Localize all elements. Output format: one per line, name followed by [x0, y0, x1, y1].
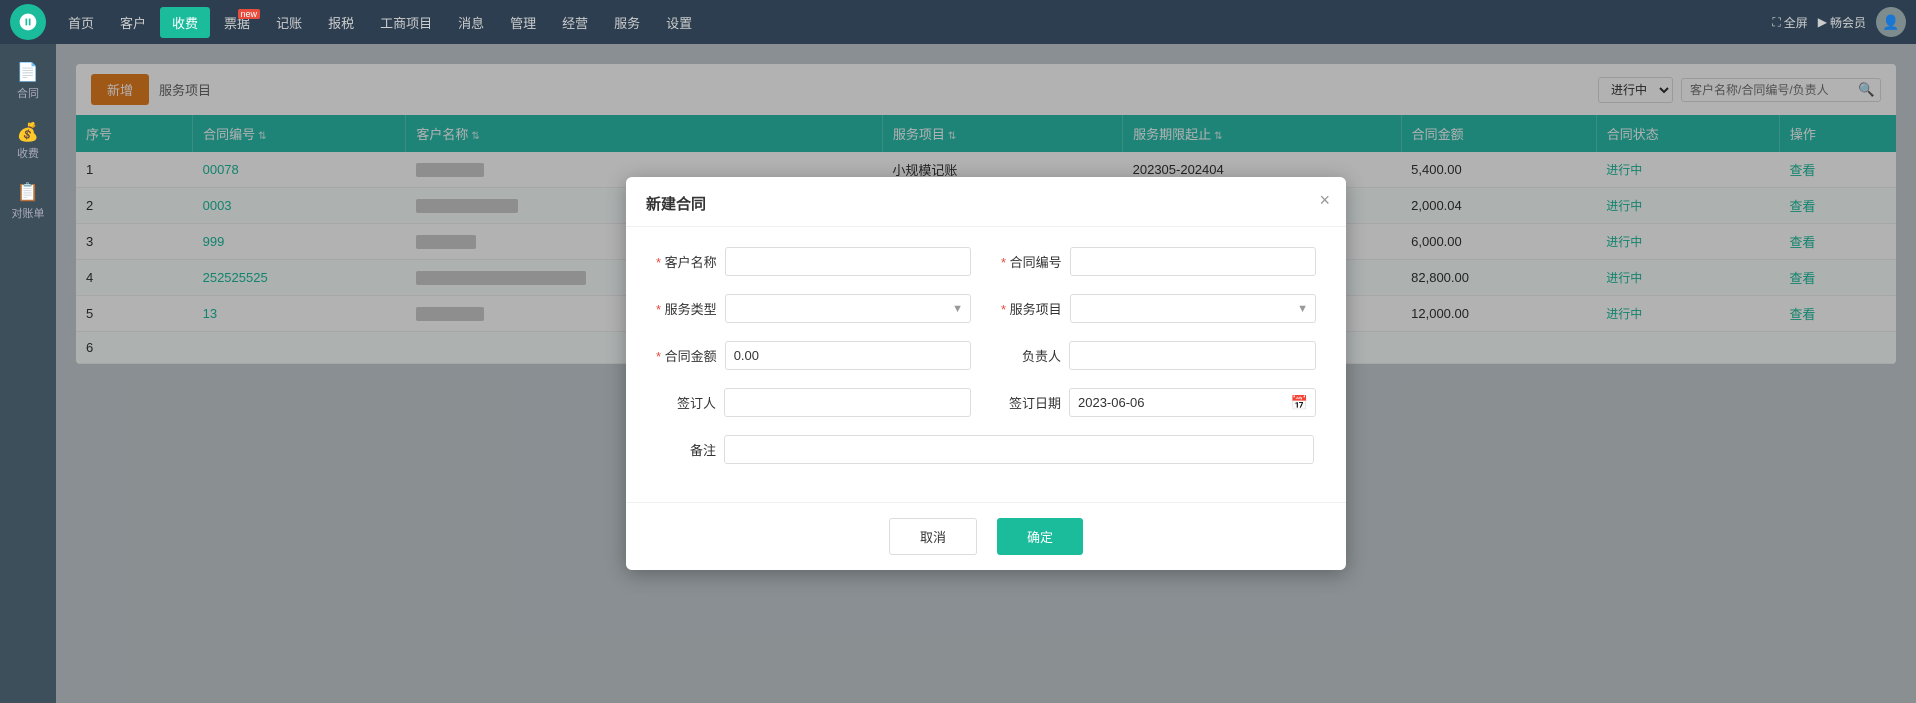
- signdate-wrap: 📅: [1069, 388, 1316, 417]
- sidebar-item-statement[interactable]: 📋 对账单: [3, 174, 53, 229]
- form-group-signdate: 签订日期 📅: [1001, 388, 1316, 417]
- form-group-clientname: 客户名称: [656, 247, 971, 276]
- modal-title: 新建合同: [626, 177, 1346, 227]
- app-logo[interactable]: [10, 4, 46, 40]
- play-icon: ▶: [1818, 15, 1827, 29]
- member-button[interactable]: ▶ 畅会员: [1818, 14, 1866, 31]
- nav-items: 首页 客户 收费 票据 new 记账 报税 工商项目 消息 管理 经营 服务 设…: [56, 7, 1772, 38]
- modal-body: 客户名称 合同编号 服务类型: [626, 227, 1346, 502]
- nav-right: ⛶ 全屏 ▶ 畅会员 👤: [1772, 7, 1906, 37]
- form-group-servicetype: 服务类型 ▼: [656, 294, 971, 323]
- nav-settings[interactable]: 设置: [654, 7, 704, 38]
- fullscreen-button[interactable]: ⛶ 全屏: [1772, 14, 1807, 31]
- nav-account[interactable]: 记账: [264, 7, 314, 38]
- modal-overlay: 新建合同 × 客户名称 合同编号: [56, 44, 1916, 703]
- nav-ticket[interactable]: 票据 new: [212, 7, 262, 38]
- clientname-label: 客户名称: [656, 252, 717, 271]
- sidebar-item-contract[interactable]: 📄 合同: [3, 54, 53, 109]
- top-navigation: 首页 客户 收费 票据 new 记账 报税 工商项目 消息 管理 经营 服务 设…: [0, 0, 1916, 44]
- signdate-input[interactable]: [1069, 388, 1316, 417]
- main-layout: 📄 合同 💰 收费 📋 对账单 新增 服务项目 进行中已完成全部 🔍: [0, 44, 1916, 703]
- form-row-5: 备注: [656, 435, 1316, 464]
- serviceitem-select-wrap: ▼: [1070, 294, 1316, 323]
- amount-input[interactable]: [725, 341, 971, 370]
- fullscreen-icon: ⛶: [1772, 15, 1780, 30]
- modal-footer: 取消 确定: [626, 502, 1346, 570]
- owner-input[interactable]: [1069, 341, 1316, 370]
- new-contract-modal: 新建合同 × 客户名称 合同编号: [626, 177, 1346, 570]
- nav-business[interactable]: 工商项目: [368, 7, 444, 38]
- signdate-label: 签订日期: [1001, 393, 1061, 412]
- form-row-2: 服务类型 ▼ 服务项目: [656, 294, 1316, 323]
- avatar[interactable]: 👤: [1876, 7, 1906, 37]
- serviceitem-label: 服务项目: [1001, 299, 1062, 318]
- cancel-button[interactable]: 取消: [889, 518, 977, 555]
- clientname-input[interactable]: [725, 247, 971, 276]
- nav-client[interactable]: 客户: [108, 7, 158, 38]
- form-group-amount: 合同金额: [656, 341, 971, 370]
- remark-label: 备注: [656, 440, 716, 459]
- nav-invoice[interactable]: 收费: [160, 7, 210, 38]
- serviceitem-select[interactable]: [1070, 294, 1316, 323]
- form-group-owner: 负责人: [1001, 341, 1316, 370]
- confirm-button[interactable]: 确定: [997, 518, 1083, 555]
- form-row-4: 签订人 签订日期 📅: [656, 388, 1316, 417]
- form-group-signer: 签订人: [656, 388, 971, 417]
- contract-icon: 📄: [17, 62, 39, 83]
- form-group-serviceitem: 服务项目 ▼: [1001, 294, 1316, 323]
- content-area: 新增 服务项目 进行中已完成全部 🔍 序号 合同编号⇅ 客户名称⇅: [56, 44, 1916, 703]
- amount-label: 合同金额: [656, 346, 717, 365]
- form-group-remark: 备注: [656, 435, 1316, 464]
- form-row-3: 合同金额 负责人: [656, 341, 1316, 370]
- nav-manage[interactable]: 管理: [498, 7, 548, 38]
- servicetype-label: 服务类型: [656, 299, 717, 318]
- servicetype-select[interactable]: [725, 294, 971, 323]
- signer-label: 签订人: [656, 393, 716, 412]
- remark-input[interactable]: [724, 435, 1314, 464]
- new-badge: new: [238, 9, 261, 19]
- contractno-label: 合同编号: [1001, 252, 1062, 271]
- nav-service[interactable]: 服务: [602, 7, 652, 38]
- owner-label: 负责人: [1001, 346, 1061, 365]
- modal-close-button[interactable]: ×: [1319, 191, 1330, 209]
- servicetype-select-wrap: ▼: [725, 294, 971, 323]
- signer-input[interactable]: [724, 388, 971, 417]
- contractno-input[interactable]: [1070, 247, 1316, 276]
- form-row-1: 客户名称 合同编号: [656, 247, 1316, 276]
- left-sidebar: 📄 合同 💰 收费 📋 对账单: [0, 44, 56, 703]
- fee-icon: 💰: [17, 122, 39, 143]
- nav-message[interactable]: 消息: [446, 7, 496, 38]
- nav-home[interactable]: 首页: [56, 7, 106, 38]
- nav-tax[interactable]: 报税: [316, 7, 366, 38]
- nav-operation[interactable]: 经营: [550, 7, 600, 38]
- sidebar-item-fee[interactable]: 💰 收费: [3, 114, 53, 169]
- form-group-contractno: 合同编号: [1001, 247, 1316, 276]
- statement-icon: 📋: [17, 182, 39, 203]
